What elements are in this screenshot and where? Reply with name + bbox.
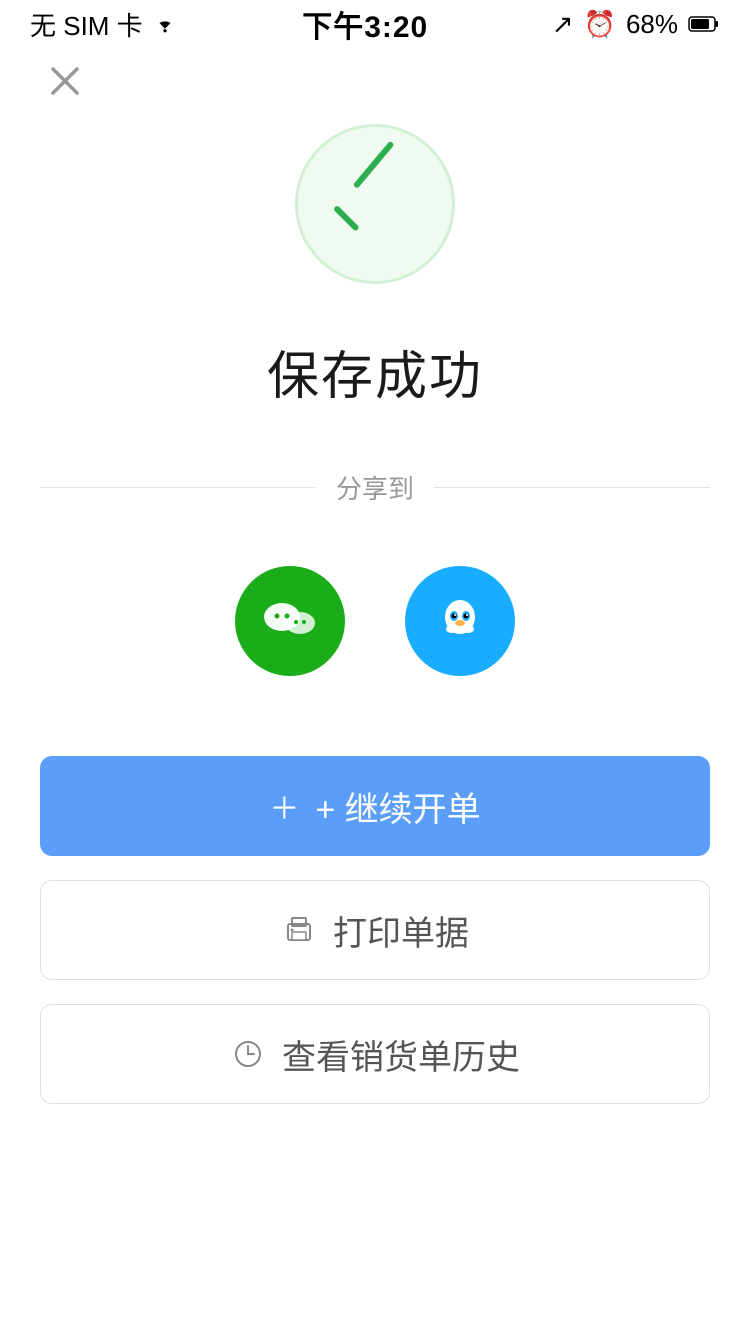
share-divider: 分享到	[40, 469, 710, 506]
divider-line-right	[434, 487, 710, 488]
sim-label: 无 SIM 卡	[30, 6, 143, 43]
success-icon-circle	[295, 124, 455, 284]
share-section: 分享到	[0, 469, 750, 706]
divider-line-left	[40, 487, 316, 488]
battery-icon	[688, 9, 720, 40]
main-content: 保存成功 分享到	[0, 44, 750, 1104]
print-label: 打印单据	[333, 906, 469, 955]
status-time: 下午3:20	[302, 2, 428, 46]
location-icon: ↗	[552, 9, 574, 40]
continue-order-label: + 继续开单	[315, 782, 480, 831]
share-qq-button[interactable]	[405, 566, 515, 676]
share-icons	[40, 556, 710, 706]
action-buttons: ＋ + 继续开单 打印单据 查看销货单历史	[0, 756, 750, 1104]
status-right: ↗ ⏰ 68%	[552, 9, 720, 40]
checkmark-icon	[335, 174, 415, 234]
print-icon	[281, 912, 317, 948]
alarm-icon: ⏰	[584, 9, 616, 40]
history-icon	[230, 1036, 266, 1072]
print-button[interactable]: 打印单据	[40, 880, 710, 980]
share-wechat-button[interactable]	[235, 566, 345, 676]
wifi-icon	[151, 9, 179, 40]
status-left: 无 SIM 卡	[30, 6, 179, 43]
continue-order-button[interactable]: ＋ + 继续开单	[40, 756, 710, 856]
share-label: 分享到	[336, 469, 414, 506]
battery-label: 68%	[626, 9, 678, 40]
success-title: 保存成功	[267, 334, 483, 409]
status-bar: 无 SIM 卡 下午3:20 ↗ ⏰ 68%	[0, 0, 750, 44]
close-button[interactable]	[40, 56, 90, 106]
history-label: 查看销货单历史	[282, 1030, 520, 1079]
history-button[interactable]: 查看销货单历史	[40, 1004, 710, 1104]
plus-icon: ＋	[269, 784, 299, 828]
